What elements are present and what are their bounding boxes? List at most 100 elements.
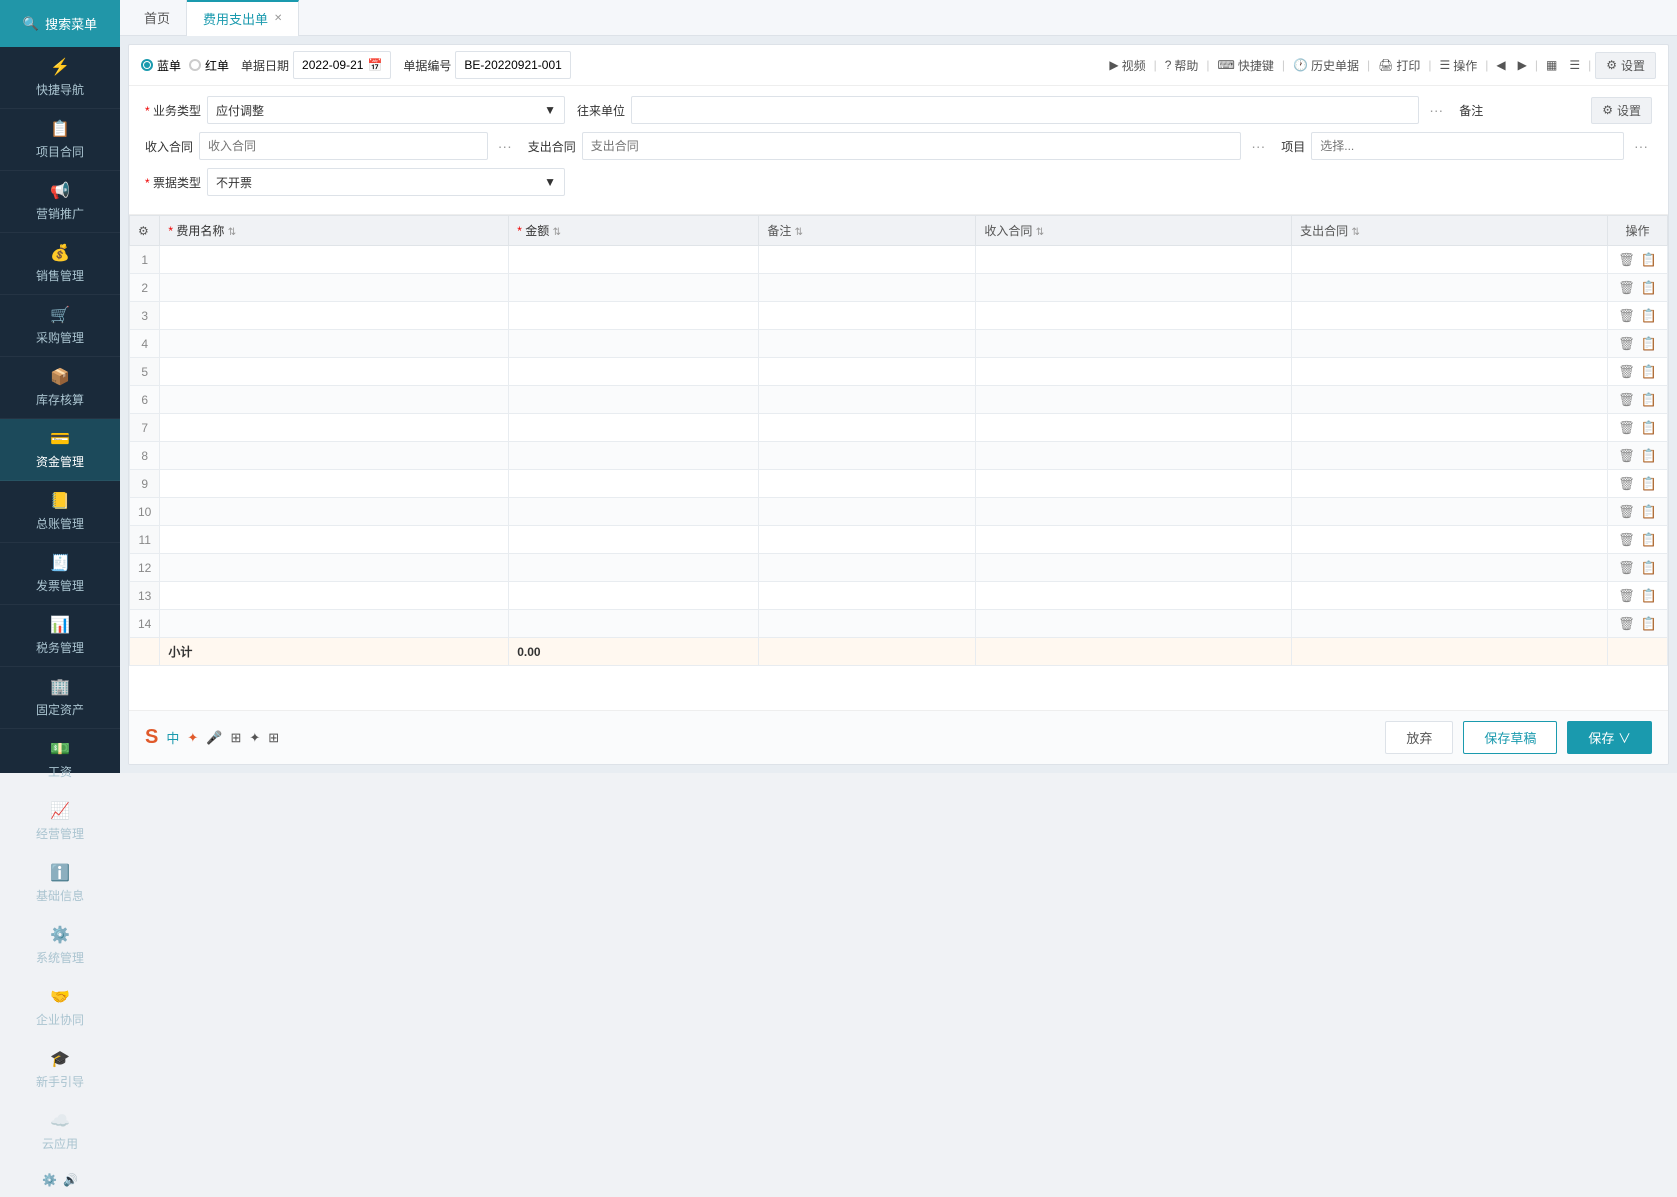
expense-contract-dots[interactable]: ··· — [1247, 138, 1269, 154]
amount-cell-4[interactable] — [509, 330, 759, 358]
amount-cell-8[interactable] — [509, 442, 759, 470]
expense-contract-cell-5[interactable] — [1292, 358, 1608, 386]
expense-contract-cell-13[interactable] — [1292, 582, 1608, 610]
sidebar-item-sales[interactable]: 💰销售管理 — [0, 233, 120, 295]
expense-contract-cell-6[interactable] — [1292, 386, 1608, 414]
remark-cell-12[interactable] — [759, 554, 976, 582]
expense-name-cell-11[interactable] — [160, 526, 509, 554]
income-contract-cell-2[interactable] — [976, 274, 1292, 302]
copy-row-icon-5[interactable]: 📋 — [1641, 364, 1657, 380]
sort-amount-icon[interactable]: ⇅ — [553, 227, 561, 238]
delete-row-icon-6[interactable]: 🗑 — [1618, 392, 1635, 408]
red-bill-radio[interactable]: 红单 — [189, 57, 229, 74]
remark-cell-1[interactable] — [759, 246, 976, 274]
business-type-select[interactable]: 应付调整 ▼ — [207, 96, 565, 124]
sidebar-item-assets[interactable]: 🏢固定资产 — [0, 667, 120, 729]
sidebar-item-invoice[interactable]: 🧾发票管理 — [0, 543, 120, 605]
grid-view-btn[interactable]: ▦ — [1542, 56, 1561, 74]
expense-name-cell-7[interactable] — [160, 414, 509, 442]
sidebar-item-enterprise[interactable]: 🤝企业协同 — [0, 977, 120, 1039]
delete-row-icon-4[interactable]: 🗑 — [1618, 336, 1635, 352]
income-contract-cell-11[interactable] — [976, 526, 1292, 554]
amount-cell-9[interactable] — [509, 470, 759, 498]
remark-cell-8[interactable] — [759, 442, 976, 470]
delete-row-icon-5[interactable]: 🗑 — [1618, 364, 1635, 380]
copy-row-icon-10[interactable]: 📋 — [1641, 504, 1657, 520]
expense-contract-cell-8[interactable] — [1292, 442, 1608, 470]
remark-cell-10[interactable] — [759, 498, 976, 526]
income-contract-cell-3[interactable] — [976, 302, 1292, 330]
income-contract-cell-13[interactable] — [976, 582, 1292, 610]
income-contract-cell-9[interactable] — [976, 470, 1292, 498]
income-contract-cell-7[interactable] — [976, 414, 1292, 442]
sidebar-item-cloud[interactable]: ☁️云应用 — [0, 1101, 120, 1163]
remark-cell-9[interactable] — [759, 470, 976, 498]
delete-row-icon-9[interactable]: 🗑 — [1618, 476, 1635, 492]
amount-cell-2[interactable] — [509, 274, 759, 302]
delete-row-icon-13[interactable]: 🗑 — [1618, 588, 1635, 604]
sidebar-item-purchase[interactable]: 🛒采购管理 — [0, 295, 120, 357]
remark-cell-4[interactable] — [759, 330, 976, 358]
amount-cell-6[interactable] — [509, 386, 759, 414]
income-contract-cell-10[interactable] — [976, 498, 1292, 526]
delete-row-icon-10[interactable]: 🗑 — [1618, 504, 1635, 520]
remark-cell-5[interactable] — [759, 358, 976, 386]
expense-name-cell-5[interactable] — [160, 358, 509, 386]
amount-cell-13[interactable] — [509, 582, 759, 610]
save-button[interactable]: 保存 ∨ — [1567, 721, 1652, 754]
amount-cell-10[interactable] — [509, 498, 759, 526]
sort-expense-icon[interactable]: ⇅ — [228, 227, 236, 238]
sidebar-item-basic-info[interactable]: ℹ️基础信息 — [0, 853, 120, 915]
sidebar-item-operations[interactable]: 📈经营管理 — [0, 791, 120, 853]
copy-row-icon-8[interactable]: 📋 — [1641, 448, 1657, 464]
help-btn[interactable]: ? 帮助 — [1161, 55, 1203, 76]
counterpart-input[interactable] — [631, 96, 1419, 124]
nav-prev-btn[interactable]: ◀ — [1492, 56, 1509, 74]
tab-expense-bill[interactable]: 费用支出单 ✕ — [187, 0, 299, 36]
delete-row-icon-12[interactable]: 🗑 — [1618, 560, 1635, 576]
history-btn[interactable]: 🕐 历史单据 — [1289, 55, 1363, 76]
form-settings-btn[interactable]: ⚙ 设置 — [1591, 97, 1652, 124]
expense-name-cell-1[interactable] — [160, 246, 509, 274]
income-contract-cell-12[interactable] — [976, 554, 1292, 582]
income-contract-cell-14[interactable] — [976, 610, 1292, 638]
sidebar-item-new-guide[interactable]: 🎓新手引导 — [0, 1039, 120, 1101]
income-contract-cell-4[interactable] — [976, 330, 1292, 358]
expense-name-cell-3[interactable] — [160, 302, 509, 330]
copy-row-icon-9[interactable]: 📋 — [1641, 476, 1657, 492]
sidebar-item-quick-nav[interactable]: ⚡快捷导航 — [0, 47, 120, 109]
income-contract-cell-8[interactable] — [976, 442, 1292, 470]
expense-contract-cell-3[interactable] — [1292, 302, 1608, 330]
expense-name-cell-6[interactable] — [160, 386, 509, 414]
invoice-type-select[interactable]: 不开票 ▼ — [207, 168, 565, 196]
expense-contract-cell-11[interactable] — [1292, 526, 1608, 554]
expense-contract-cell-9[interactable] — [1292, 470, 1608, 498]
sort-expense-contract-icon[interactable]: ⇅ — [1352, 227, 1360, 238]
col-settings-header[interactable]: ⚙ — [130, 216, 160, 246]
settings-btn[interactable]: ⚙ 设置 — [1595, 52, 1656, 79]
project-input[interactable] — [1311, 132, 1624, 160]
discard-button[interactable]: 放弃 — [1385, 721, 1453, 754]
expense-name-cell-12[interactable] — [160, 554, 509, 582]
delete-row-icon-11[interactable]: 🗑 — [1618, 532, 1635, 548]
expense-name-cell-4[interactable] — [160, 330, 509, 358]
copy-row-icon-11[interactable]: 📋 — [1641, 532, 1657, 548]
counterpart-dots[interactable]: ··· — [1425, 102, 1447, 118]
delete-row-icon-3[interactable]: 🗑 — [1618, 308, 1635, 324]
copy-row-icon-12[interactable]: 📋 — [1641, 560, 1657, 576]
expense-contract-cell-7[interactable] — [1292, 414, 1608, 442]
sidebar-sound[interactable]: 🔊 — [63, 1173, 78, 1187]
remark-cell-3[interactable] — [759, 302, 976, 330]
copy-row-icon-4[interactable]: 📋 — [1641, 336, 1657, 352]
tab-close-icon[interactable]: ✕ — [274, 13, 282, 24]
sidebar-item-system[interactable]: ⚙️系统管理 — [0, 915, 120, 977]
delete-row-icon-7[interactable]: 🗑 — [1618, 420, 1635, 436]
sidebar-settings[interactable]: ⚙️ 🔊 — [0, 1163, 120, 1197]
print-btn[interactable]: 🖨 打印 — [1374, 55, 1424, 76]
operation-btn[interactable]: ☰ 操作 — [1435, 55, 1481, 76]
expense-contract-cell-12[interactable] — [1292, 554, 1608, 582]
nav-next-btn[interactable]: ▶ — [1514, 56, 1531, 74]
sidebar-item-ledger[interactable]: 📒总账管理 — [0, 481, 120, 543]
date-input[interactable]: 2022-09-21 📅 — [293, 51, 391, 79]
sort-remark-icon[interactable]: ⇅ — [795, 227, 803, 238]
